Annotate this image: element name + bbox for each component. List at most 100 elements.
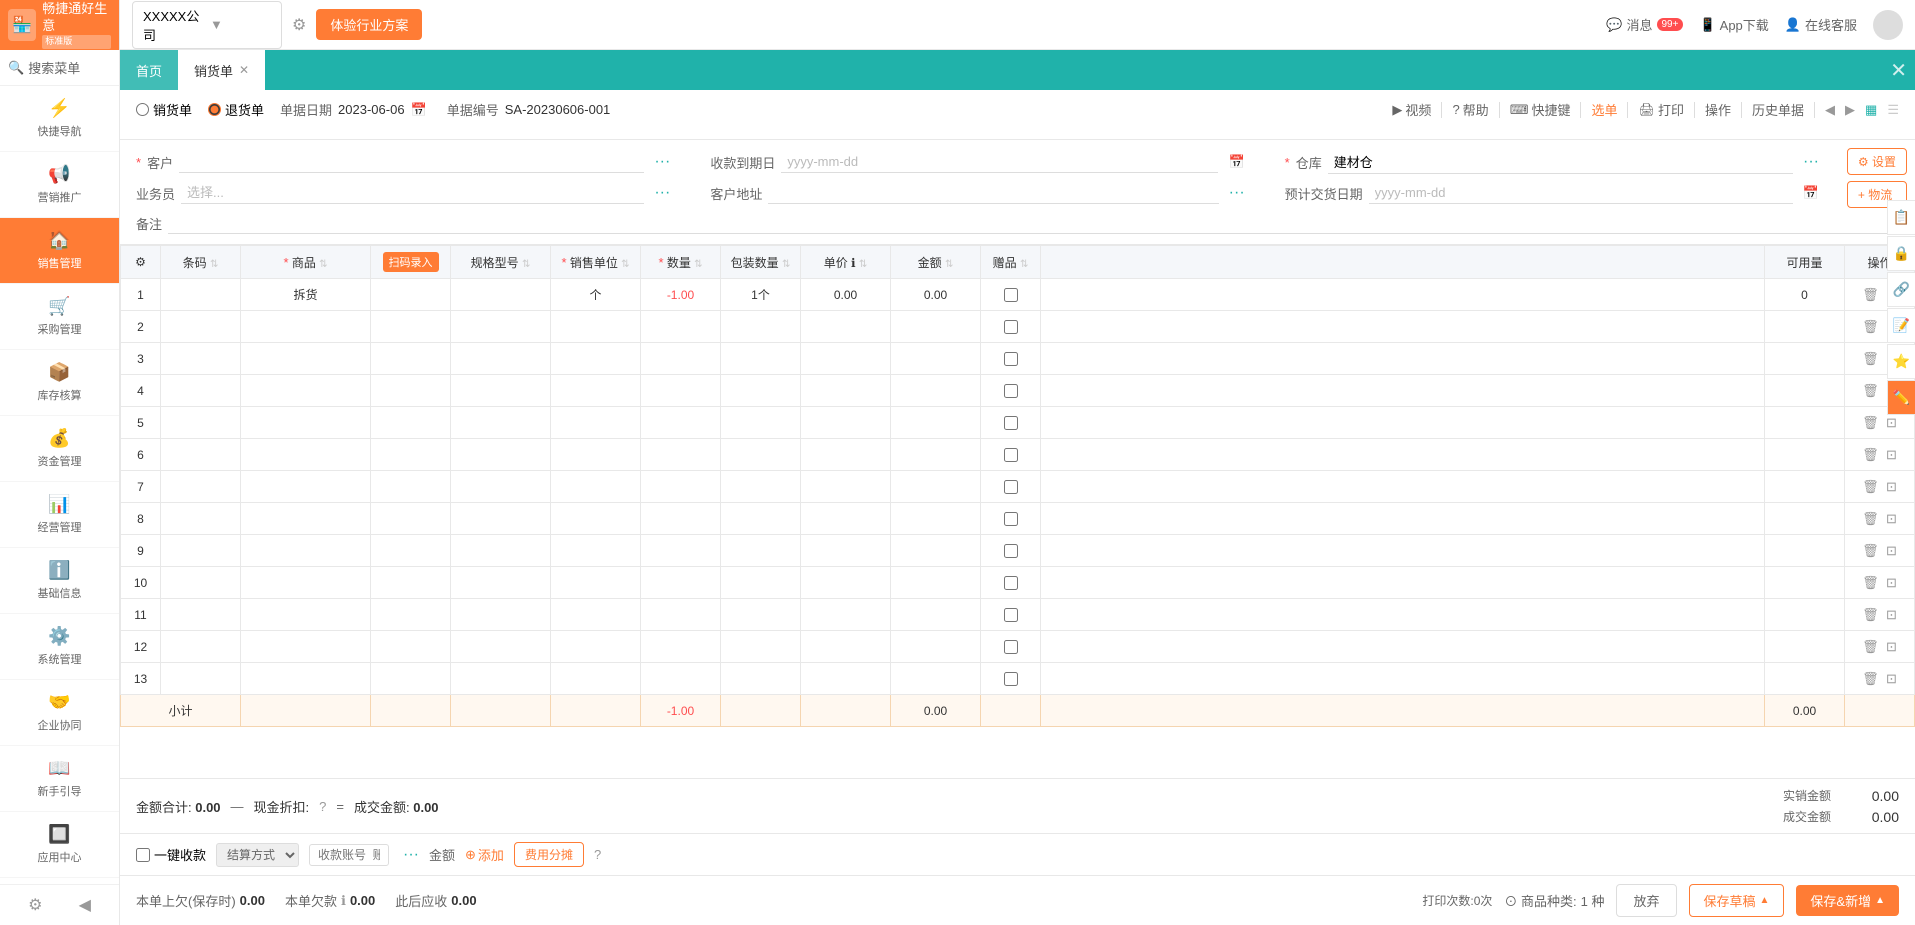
delete-icon-3[interactable]: 🗑 [1862,351,1879,366]
row-amount-9[interactable] [891,535,981,567]
remarks-input[interactable] [168,212,1899,234]
row-amount-5[interactable] [891,407,981,439]
col-scan[interactable]: 扫码录入 [371,246,451,279]
message-btn[interactable]: 💬 消息 99+ [1606,15,1683,34]
row-gift-3[interactable] [981,343,1041,375]
row-qty-11[interactable] [641,599,721,631]
row-pkg-qty-10[interactable] [721,567,801,599]
expected-date-calendar-icon[interactable]: 📅 [1803,185,1819,201]
row-spec-10[interactable] [451,567,551,599]
copy-icon-12[interactable]: ⊡ [1886,639,1897,654]
row-qty-10[interactable] [641,567,721,599]
save-new-button[interactable]: 保存&新增 ▲ [1796,885,1899,916]
sidebar-item-marketing[interactable]: 📢 营销推广 [0,152,119,218]
row-amount-2[interactable] [891,311,981,343]
rsp-btn-3[interactable]: 🔗 [1887,272,1915,307]
sidebar-item-guide[interactable]: 📖 新手引导 [0,746,119,812]
operate-link[interactable]: 操作 [1705,100,1731,119]
row-pkg-qty-9[interactable] [721,535,801,567]
sidebar-item-inventory[interactable]: 📦 库存核算 [0,350,119,416]
row-unit-12[interactable] [551,631,641,663]
video-link[interactable]: ▶ 视频 [1392,100,1431,119]
row-product-8[interactable] [241,503,371,535]
row-price-7[interactable] [801,471,891,503]
save-draft-button[interactable]: 保存草稿 ▲ [1689,884,1785,917]
delete-icon-10[interactable]: 🗑 [1862,575,1879,590]
sidebar-item-finance[interactable]: 💰 资金管理 [0,416,119,482]
row-unit-4[interactable] [551,375,641,407]
settings-gear-icon[interactable]: ⚙ [292,15,306,35]
delete-icon-6[interactable]: 🗑 [1862,447,1879,462]
row-qty-9[interactable] [641,535,721,567]
sidebar-item-shortcut[interactable]: ⚡ 快捷导航 [0,86,119,152]
customer-dots-icon[interactable]: ··· [654,153,670,171]
row-price-13[interactable] [801,663,891,695]
row-amount-13[interactable] [891,663,981,695]
salesperson-dots-icon[interactable]: ··· [654,184,670,202]
row-amount-3[interactable] [891,343,981,375]
trial-button[interactable]: 体验行业方案 [316,9,422,40]
row-barcode-8[interactable] [161,503,241,535]
sidebar-item-operations[interactable]: 📊 经营管理 [0,482,119,548]
row-product-3[interactable] [241,343,371,375]
row-unit-9[interactable] [551,535,641,567]
row-barcode-6[interactable] [161,439,241,471]
row-unit-6[interactable] [551,439,641,471]
sidebar-item-basic[interactable]: ℹ️ 基础信息 [0,548,119,614]
delete-icon-9[interactable]: 🗑 [1862,543,1879,558]
row-barcode-7[interactable] [161,471,241,503]
row-unit-10[interactable] [551,567,641,599]
row-qty-13[interactable] [641,663,721,695]
row-spec-11[interactable] [451,599,551,631]
settings-footer-btn[interactable]: ⚙ [28,895,42,915]
row-amount-11[interactable] [891,599,981,631]
sale-order-radio[interactable]: 销货单 [136,100,192,119]
row-spec-2[interactable] [451,311,551,343]
nav-prev-icon[interactable]: ◀ [1825,102,1835,118]
row-amount-7[interactable] [891,471,981,503]
row-price-3[interactable] [801,343,891,375]
row-pkg-qty-11[interactable] [721,599,801,631]
row-product-5[interactable] [241,407,371,439]
sidebar-item-system[interactable]: ⚙️ 系统管理 [0,614,119,680]
row-price-4[interactable] [801,375,891,407]
payment-method-select[interactable]: 结算方式 [216,843,299,867]
rsp-btn-4[interactable]: 📝 [1887,308,1915,343]
user-avatar[interactable] [1873,10,1903,40]
close-window-btn[interactable]: ✕ [1882,50,1915,90]
collapse-btn[interactable]: ◀ [79,895,91,915]
row-gift-1[interactable] [981,279,1041,311]
one-click-checkbox[interactable] [136,848,150,862]
row-product-13[interactable] [241,663,371,695]
row-barcode-3[interactable] [161,343,241,375]
row-barcode-11[interactable] [161,599,241,631]
col-settings[interactable]: ⚙ [121,246,161,279]
row-gift-8[interactable] [981,503,1041,535]
row-price-6[interactable] [801,439,891,471]
return-order-radio[interactable]: 退货单 [208,100,264,119]
row-product-10[interactable] [241,567,371,599]
sidebar-item-enterprise[interactable]: 🤝 企业协同 [0,680,119,746]
tab-home[interactable]: 首页 [120,50,178,90]
row-spec-12[interactable] [451,631,551,663]
row-unit-5[interactable] [551,407,641,439]
copy-icon-11[interactable]: ⊡ [1886,607,1897,622]
row-pkg-qty-6[interactable] [721,439,801,471]
row-price-12[interactable] [801,631,891,663]
row-pkg-qty-13[interactable] [721,663,801,695]
row-amount-10[interactable] [891,567,981,599]
row-qty-1[interactable]: -1.00 [641,279,721,311]
row-barcode-12[interactable] [161,631,241,663]
search-menu-item[interactable]: 🔍 搜索菜单 [0,50,119,86]
row-price-2[interactable] [801,311,891,343]
row-pkg-qty-2[interactable] [721,311,801,343]
delete-icon-12[interactable]: 🗑 [1862,639,1879,654]
row-price-5[interactable] [801,407,891,439]
expense-split-btn[interactable]: 费用分摊 [514,842,584,867]
row-barcode-2[interactable] [161,311,241,343]
select-link[interactable]: 选单 [1591,100,1617,119]
due-date-input[interactable] [781,151,1218,173]
row-spec-6[interactable] [451,439,551,471]
row-product-9[interactable] [241,535,371,567]
row-qty-3[interactable] [641,343,721,375]
